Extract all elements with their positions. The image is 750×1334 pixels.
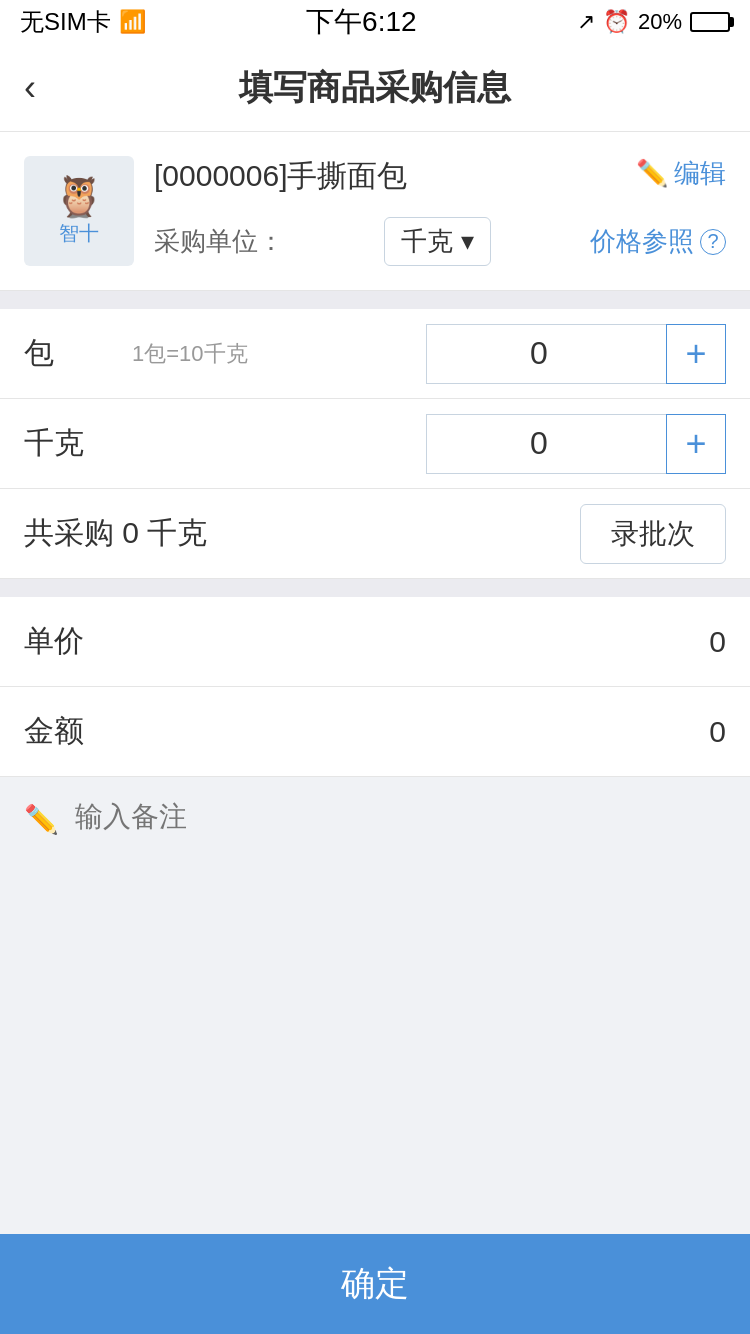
kg-input-row: 千克 +	[0, 399, 750, 489]
bag-input-row: 包 1包=10千克 +	[0, 309, 750, 399]
bag-input-right: +	[426, 324, 726, 384]
remark-section: ✏️	[0, 777, 750, 877]
section-divider-1	[0, 291, 750, 309]
input-section: 包 1包=10千克 + 千克 +	[0, 309, 750, 489]
product-unit-row: 采购单位： 千克 ▾ 价格参照 ?	[154, 217, 726, 266]
amount-value: 0	[709, 715, 726, 749]
batch-button[interactable]: 录批次	[580, 504, 726, 564]
kg-label: 千克	[24, 423, 124, 464]
carrier-text: 无SIM卡	[20, 6, 111, 38]
page-title: 填写商品采购信息	[239, 65, 511, 111]
section-divider-2	[0, 579, 750, 597]
unit-price-label: 单价	[24, 621, 84, 662]
product-info-top: [0000006]手撕面包 ✏️ 编辑	[154, 156, 726, 197]
kg-input-right: +	[426, 414, 726, 474]
unit-select[interactable]: 千克 ▾	[384, 217, 491, 266]
pencil-icon: ✏️	[24, 803, 59, 836]
status-bar: 无SIM卡 📶 下午6:12 ↗ ⏰ 20%	[0, 0, 750, 44]
confirm-button[interactable]: 确定	[0, 1234, 750, 1334]
status-time: 下午6:12	[306, 3, 417, 41]
product-info: [0000006]手撕面包 ✏️ 编辑 采购单位： 千克 ▾ 价格参照 ?	[154, 156, 726, 266]
unit-label: 采购单位：	[154, 224, 284, 259]
content-area	[0, 877, 750, 1277]
product-card: 🦉 智十 [0000006]手撕面包 ✏️ 编辑 采购单位： 千克 ▾ 价格参照…	[0, 132, 750, 291]
bag-quantity-input[interactable]	[426, 324, 666, 384]
battery-icon	[690, 12, 730, 32]
edit-icon: ✏️	[636, 158, 668, 189]
unit-price-value: 0	[709, 625, 726, 659]
kg-quantity-input[interactable]	[426, 414, 666, 474]
bag-label: 包	[24, 333, 124, 374]
location-icon: ↗	[577, 9, 595, 35]
unit-price-row: 单价 0	[0, 597, 750, 687]
product-thumb-owl: 🦉	[54, 176, 104, 216]
nav-bar: ‹ 填写商品采购信息	[0, 44, 750, 132]
remark-input[interactable]	[75, 801, 726, 833]
bag-sub-label: 1包=10千克	[132, 339, 426, 369]
kg-plus-button[interactable]: +	[666, 414, 726, 474]
back-button[interactable]: ‹	[24, 67, 36, 109]
edit-button[interactable]: ✏️ 编辑	[636, 156, 726, 191]
status-right: ↗ ⏰ 20%	[577, 9, 730, 35]
summary-text: 共采购 0 千克	[24, 513, 207, 554]
info-section: 单价 0 金额 0	[0, 597, 750, 777]
chevron-down-icon: ▾	[461, 226, 474, 257]
bag-plus-button[interactable]: +	[666, 324, 726, 384]
alarm-icon: ⏰	[603, 9, 630, 35]
summary-row: 共采购 0 千克 录批次	[0, 489, 750, 579]
product-thumb-text: 智十	[59, 220, 99, 247]
battery-percent: 20%	[638, 9, 682, 35]
help-icon: ?	[700, 229, 726, 255]
product-thumbnail: 🦉 智十	[24, 156, 134, 266]
wifi-icon: 📶	[119, 9, 146, 35]
status-left: 无SIM卡 📶	[20, 6, 146, 38]
amount-label: 金额	[24, 711, 84, 752]
product-name: [0000006]手撕面包	[154, 156, 407, 197]
price-ref-button[interactable]: 价格参照 ?	[590, 224, 726, 259]
amount-row: 金额 0	[0, 687, 750, 777]
confirm-button-label: 确定	[341, 1261, 409, 1307]
